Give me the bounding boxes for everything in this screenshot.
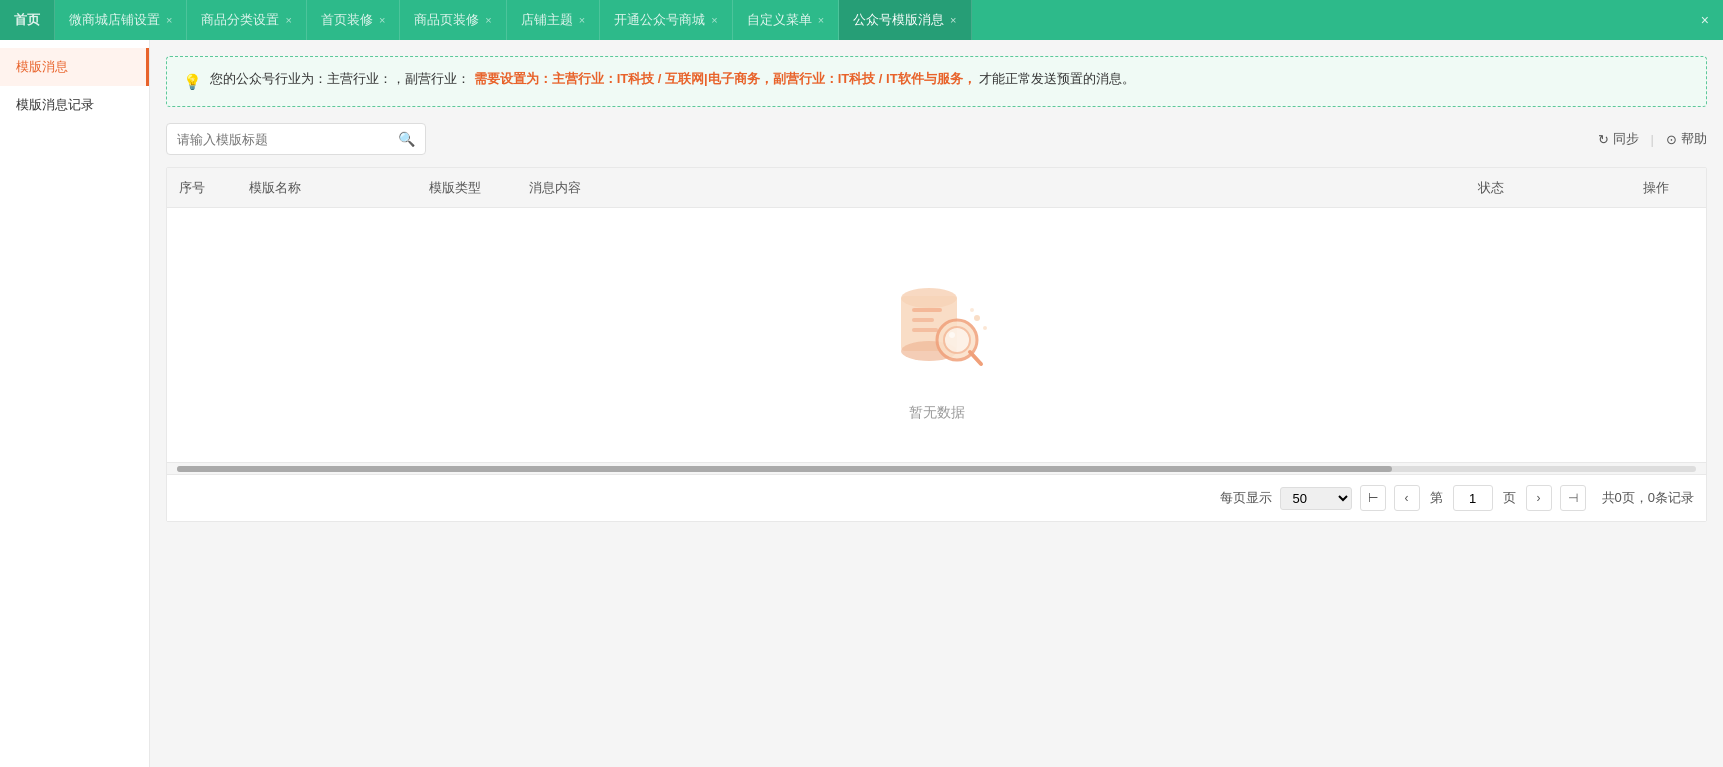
nav-tab-close[interactable]: × — [579, 14, 585, 26]
scrollbar-track — [177, 466, 1696, 472]
search-input[interactable] — [177, 132, 398, 147]
top-nav: 首页 微商城店铺设置 × 商品分类设置 × 首页装修 × 商品页装修 × 店铺主… — [0, 0, 1723, 40]
nav-tab-close[interactable]: × — [818, 14, 824, 26]
nav-tab-home[interactable]: 首页 — [0, 0, 55, 40]
sidebar-item-label: 模版消息记录 — [16, 97, 94, 112]
empty-state: 暂无数据 — [167, 208, 1706, 462]
main-layout: 模版消息 模版消息记录 💡 您的公众号行业为：主营行业：，副营行业： 需要设置为… — [0, 40, 1723, 767]
empty-illustration — [877, 268, 997, 388]
svg-rect-4 — [912, 318, 934, 322]
svg-point-12 — [970, 308, 974, 312]
notice-text-before: 您的公众号行业为：主营行业：，副营行业： — [210, 71, 470, 86]
total-text: 共0页，0条记录 — [1602, 489, 1694, 507]
nav-tab-theme[interactable]: 店铺主题 × — [507, 0, 600, 40]
nav-tab-label: 商品分类设置 — [201, 11, 279, 29]
page-first-button[interactable]: ⊢ — [1360, 485, 1386, 511]
scrollbar-thumb — [177, 466, 1392, 472]
notice-box: 💡 您的公众号行业为：主营行业：，副营行业： 需要设置为：主营行业：IT科技 /… — [166, 56, 1707, 107]
nav-tab-open-mall[interactable]: 开通公众号商城 × — [600, 0, 732, 40]
col-header-name: 模版名称 — [237, 179, 417, 197]
nav-tab-close[interactable]: × — [166, 14, 172, 26]
notice-text: 您的公众号行业为：主营行业：，副营行业： 需要设置为：主营行业：IT科技 / 互… — [210, 69, 1135, 90]
search-input-wrap: 🔍 — [166, 123, 426, 155]
nav-tab-label: 商品页装修 — [414, 11, 479, 29]
svg-point-9 — [949, 332, 955, 338]
svg-point-10 — [974, 315, 980, 321]
sync-button[interactable]: ↻ 同步 — [1598, 130, 1639, 148]
sidebar-item-template-msg[interactable]: 模版消息 — [0, 48, 149, 86]
nav-tab-template-msg[interactable]: 公众号模版消息 × — [839, 0, 971, 40]
page-number-input[interactable] — [1453, 485, 1493, 511]
help-label: 帮助 — [1681, 130, 1707, 148]
nav-tab-label: 开通公众号商城 — [614, 11, 705, 29]
search-bar: 🔍 ↻ 同步 | ⊙ 帮助 — [166, 123, 1707, 155]
col-header-status: 状态 — [1466, 179, 1606, 197]
nav-tab-close[interactable]: × — [711, 14, 717, 26]
col-header-action: 操作 — [1606, 179, 1706, 197]
nav-tab-label: 店铺主题 — [521, 11, 573, 29]
nav-tab-product-page[interactable]: 商品页装修 × — [400, 0, 506, 40]
page-prev-button[interactable]: ‹ — [1394, 485, 1420, 511]
page-size-label: 每页显示 — [1220, 489, 1272, 507]
page-next-button[interactable]: › — [1526, 485, 1552, 511]
nav-tab-label: 首页装修 — [321, 11, 373, 29]
nav-tab-homepage[interactable]: 首页装修 × — [307, 0, 400, 40]
nav-tab-label: 微商城店铺设置 — [69, 11, 160, 29]
notice-highlight: 需要设置为：主营行业：IT科技 / 互联网|电子商务，副营行业：IT科技 / I… — [474, 71, 976, 86]
nav-tab-close[interactable]: × — [950, 14, 956, 26]
svg-line-8 — [970, 352, 981, 364]
page-last-button[interactable]: ⊣ — [1560, 485, 1586, 511]
svg-point-7 — [944, 327, 970, 353]
svg-rect-5 — [912, 328, 938, 332]
nav-tab-close[interactable]: × — [379, 14, 385, 26]
nav-tab-label: 自定义菜单 — [747, 11, 812, 29]
nav-tab-close[interactable]: × — [285, 14, 291, 26]
sync-icon: ↻ — [1598, 132, 1609, 147]
nav-tab-weishangcheng[interactable]: 微商城店铺设置 × — [55, 0, 187, 40]
pagination-bar: 每页显示 10 20 50 100 ⊢ ‹ 第 页 › ⊣ 共0页，0条记录 — [167, 474, 1706, 521]
data-table: 序号 模版名称 模版类型 消息内容 状态 操作 — [166, 167, 1707, 522]
toolbar-divider: | — [1651, 132, 1654, 147]
sync-label: 同步 — [1613, 130, 1639, 148]
notice-icon: 💡 — [183, 70, 202, 94]
table-header: 序号 模版名称 模版类型 消息内容 状态 操作 — [167, 168, 1706, 208]
nav-close-all-button[interactable]: × — [1687, 0, 1723, 40]
sidebar: 模版消息 模版消息记录 — [0, 40, 150, 767]
toolbar-right: ↻ 同步 | ⊙ 帮助 — [1598, 130, 1707, 148]
nav-tab-home-label: 首页 — [14, 11, 40, 29]
notice-text-after: 才能正常发送预置的消息。 — [979, 71, 1135, 86]
nav-tab-custom-menu[interactable]: 自定义菜单 × — [733, 0, 839, 40]
page-unit-label: 页 — [1503, 489, 1516, 507]
svg-rect-3 — [912, 308, 942, 312]
page-di-label: 第 — [1430, 489, 1443, 507]
search-icon[interactable]: 🔍 — [398, 131, 415, 147]
col-header-type: 模版类型 — [417, 179, 517, 197]
col-header-seq: 序号 — [167, 179, 237, 197]
svg-point-11 — [983, 326, 987, 330]
help-button[interactable]: ⊙ 帮助 — [1666, 130, 1707, 148]
nav-tab-category[interactable]: 商品分类设置 × — [187, 0, 306, 40]
content-area: 💡 您的公众号行业为：主营行业：，副营行业： 需要设置为：主营行业：IT科技 /… — [150, 40, 1723, 767]
empty-text: 暂无数据 — [909, 404, 965, 422]
sidebar-item-label: 模版消息 — [16, 59, 68, 74]
scrollbar-area — [167, 462, 1706, 474]
nav-tab-close[interactable]: × — [485, 14, 491, 26]
page-size-select[interactable]: 10 20 50 100 — [1280, 487, 1352, 510]
col-header-content: 消息内容 — [517, 179, 1466, 197]
nav-tab-label: 公众号模版消息 — [853, 11, 944, 29]
sidebar-item-template-msg-record[interactable]: 模版消息记录 — [0, 86, 149, 124]
help-icon: ⊙ — [1666, 132, 1677, 147]
